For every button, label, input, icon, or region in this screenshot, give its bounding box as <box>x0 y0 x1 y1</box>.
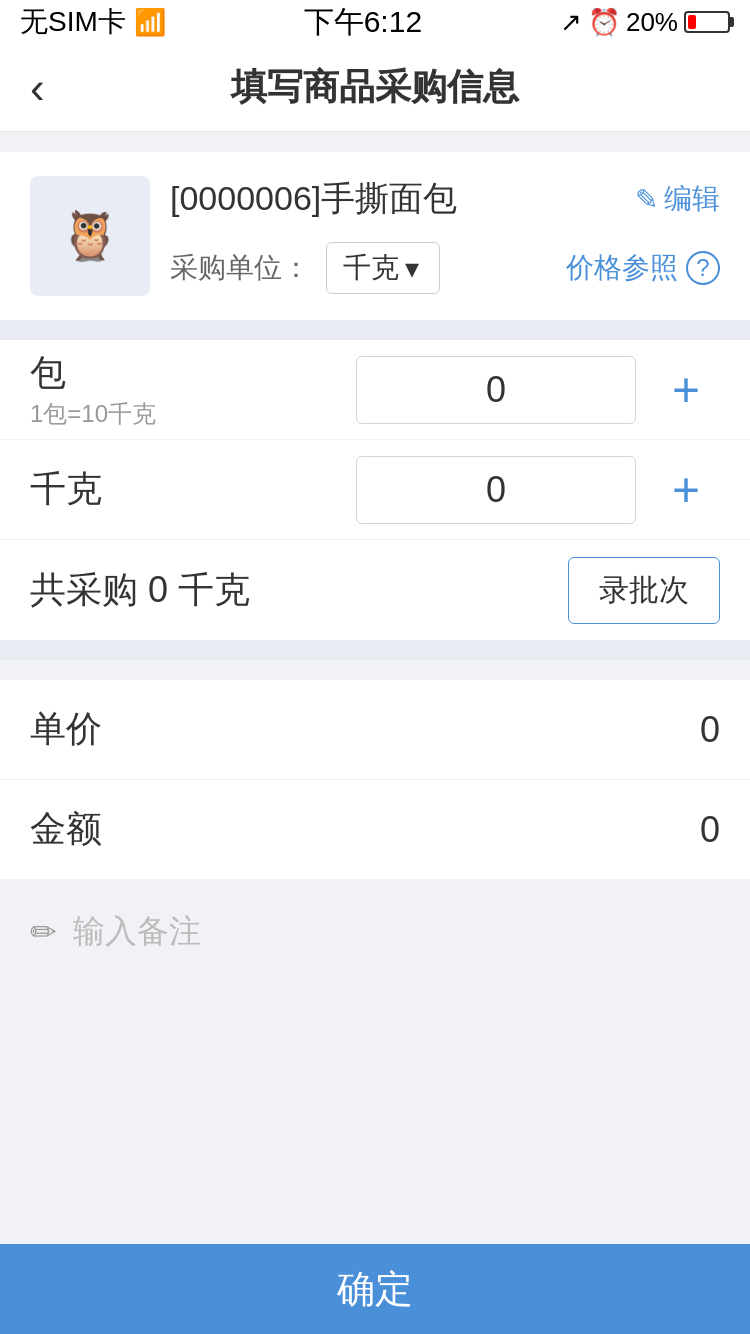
price-ref-button[interactable]: 价格参照 ? <box>566 249 720 287</box>
price-section: 单价 0 金额 0 <box>0 680 750 880</box>
confirm-button-label: 确定 <box>337 1264 413 1315</box>
price-ref-help-icon: ? <box>686 251 720 285</box>
battery-percent: 20% <box>626 7 678 38</box>
status-bar: 无SIM卡 📶 下午6:12 ↗ ⏰ 20% <box>0 0 750 44</box>
product-image: 🦉 <box>30 176 150 296</box>
notes-placeholder: 输入备注 <box>73 910 201 954</box>
kg-label: 千克 <box>30 465 150 514</box>
amount-row: 金额 0 <box>0 780 750 880</box>
kg-label-group: 千克 <box>30 465 150 514</box>
status-left: 无SIM卡 📶 <box>20 3 166 41</box>
amount-value: 0 <box>700 809 720 851</box>
edit-label: 编辑 <box>664 180 720 218</box>
carrier-label: 无SIM卡 <box>20 3 126 41</box>
pack-label: 包 <box>30 349 156 398</box>
kg-input-group: + <box>150 456 720 524</box>
summary-row: 共采购 0 千克 录批次 <box>0 540 750 640</box>
product-name-row: [0000006]手撕面包 ✎ 编辑 <box>170 176 720 222</box>
unit-price-label: 单价 <box>30 705 102 754</box>
section-separator-1 <box>0 320 750 340</box>
pack-plus-button[interactable]: + <box>652 356 720 424</box>
input-section: 包 1包=10千克 + 千克 + 共采购 0 千克 录批次 <box>0 340 750 640</box>
notes-section[interactable]: ✏ 输入备注 <box>0 880 750 984</box>
purchase-unit-row: 采购单位： 千克 ▾ 价格参照 ? <box>170 242 720 294</box>
unit-select[interactable]: 千克 ▾ <box>326 242 440 294</box>
pack-input[interactable] <box>356 356 636 424</box>
product-card: 🦉 [0000006]手撕面包 ✎ 编辑 采购单位： 千克 ▾ 价格参照 ? <box>0 152 750 320</box>
status-right: ↗ ⏰ 20% <box>560 7 730 38</box>
kg-input[interactable] <box>356 456 636 524</box>
product-name: [0000006]手撕面包 <box>170 176 457 222</box>
nav-bar: ‹ 填写商品采购信息 <box>0 44 750 132</box>
product-info: [0000006]手撕面包 ✎ 编辑 采购单位： 千克 ▾ 价格参照 ? <box>170 176 720 294</box>
unit-price-value: 0 <box>700 709 720 751</box>
pack-label-group: 包 1包=10千克 <box>30 349 156 430</box>
summary-text: 共采购 0 千克 <box>30 566 250 615</box>
purchase-unit-label: 采购单位： <box>170 249 310 287</box>
kg-plus-button[interactable]: + <box>652 456 720 524</box>
pack-input-group: + <box>156 356 720 424</box>
chevron-down-icon: ▾ <box>405 252 419 285</box>
section-separator-2 <box>0 640 750 660</box>
batch-button[interactable]: 录批次 <box>568 557 720 624</box>
pack-row: 包 1包=10千克 + <box>0 340 750 440</box>
status-time: 下午6:12 <box>304 2 422 43</box>
confirm-bar[interactable]: 确定 <box>0 1244 750 1334</box>
edit-button[interactable]: ✎ 编辑 <box>635 180 720 218</box>
wifi-icon: 📶 <box>134 7 166 38</box>
amount-label: 金额 <box>30 805 102 854</box>
unit-price-row: 单价 0 <box>0 680 750 780</box>
edit-icon: ✎ <box>635 183 658 216</box>
battery-icon <box>684 11 730 33</box>
pack-sub-label: 1包=10千克 <box>30 398 156 430</box>
back-button[interactable]: ‹ <box>30 63 45 113</box>
alarm-icon: ⏰ <box>588 7 620 38</box>
price-ref-label: 价格参照 <box>566 249 678 287</box>
unit-value: 千克 <box>343 249 399 287</box>
product-logo: 🦉 <box>60 208 120 264</box>
pencil-icon: ✏ <box>30 913 57 951</box>
page-title: 填写商品采购信息 <box>231 63 519 112</box>
location-icon: ↗ <box>560 7 582 38</box>
kg-row: 千克 + <box>0 440 750 540</box>
